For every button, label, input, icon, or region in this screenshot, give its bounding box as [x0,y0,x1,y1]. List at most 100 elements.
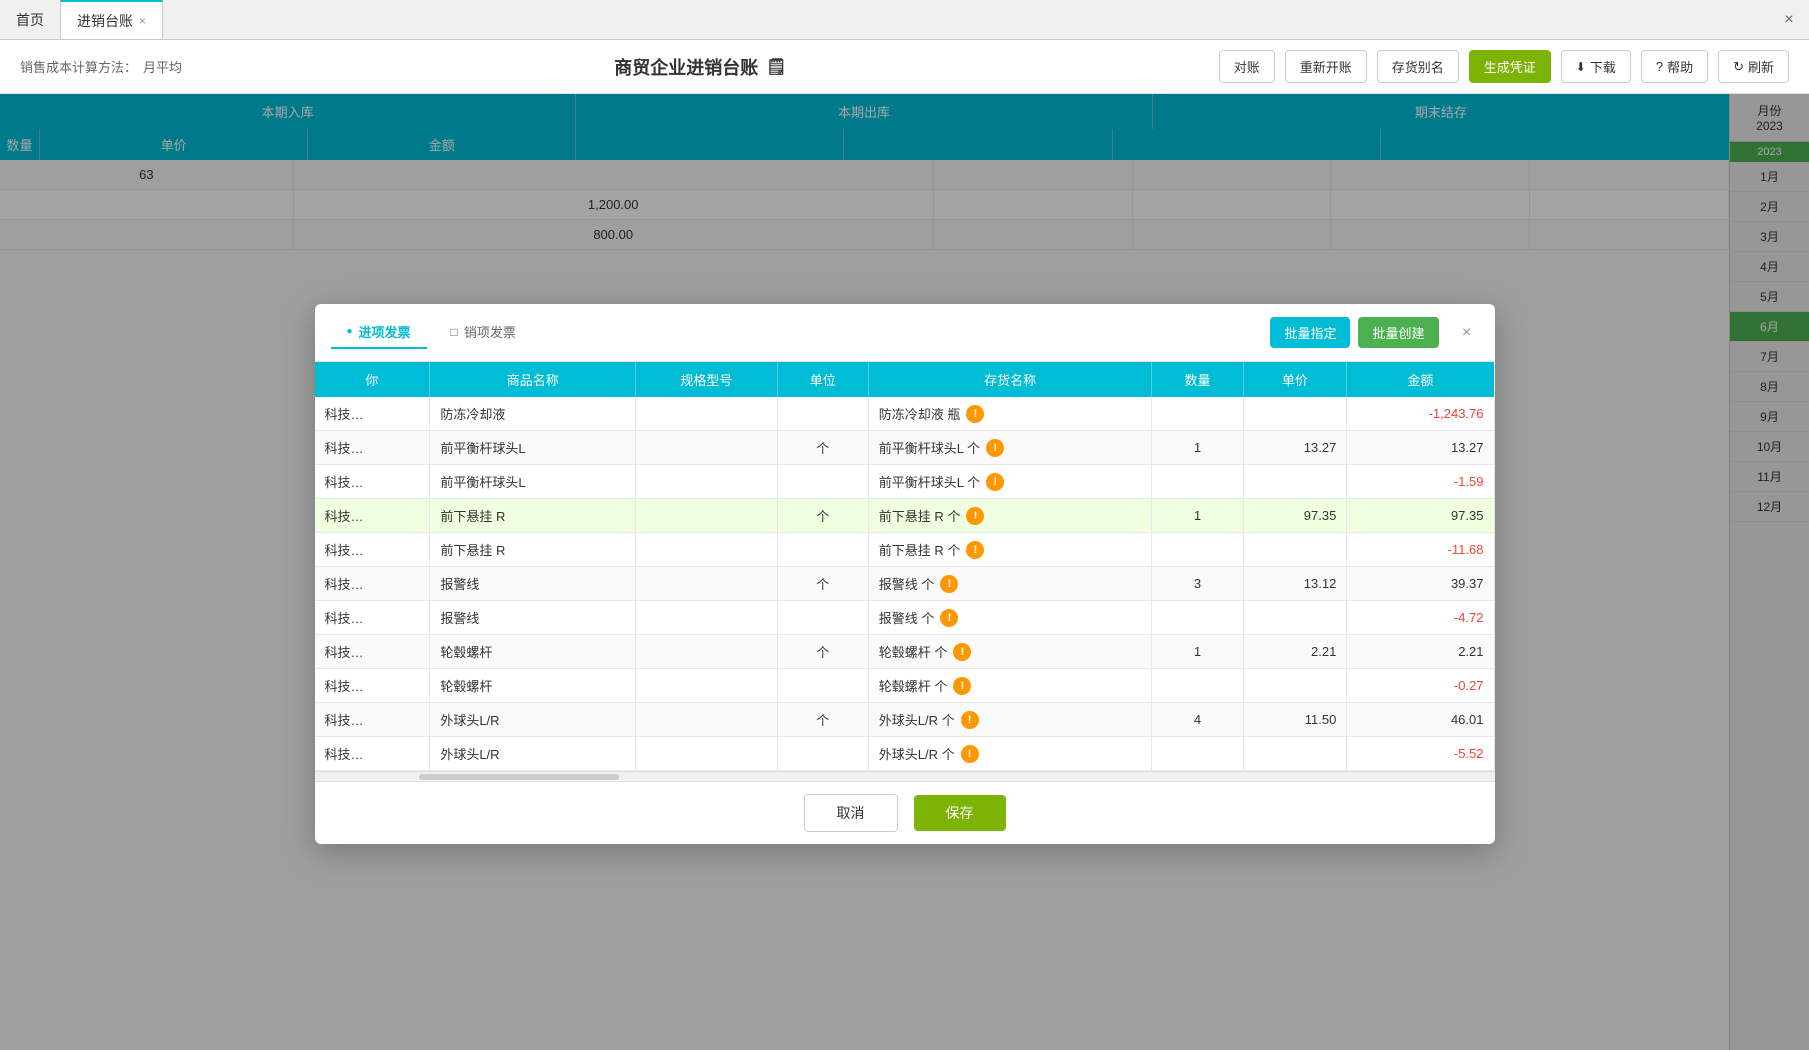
cell-5-4: 报警线 个 ! [868,567,1152,601]
refresh-button[interactable]: ↻ 刷新 [1718,50,1789,83]
cell-8-0: 科技… [315,669,430,703]
save-alias-button[interactable]: 存货别名 [1377,50,1459,83]
refresh-label: 刷新 [1748,57,1774,76]
tab-close-icon[interactable]: × [139,14,146,28]
warning-icon: ! [966,541,984,559]
warning-icon: ! [953,643,971,661]
cell-8-4: 轮毂螺杆 个 ! [868,669,1152,703]
cell-1-2 [636,431,777,465]
cancel-button[interactable]: 取消 [804,794,898,832]
col-product-name: 商品名称 [430,362,636,397]
cell-8-6 [1243,669,1347,703]
title-icon: 🗒 [766,57,786,77]
warning-icon: ! [940,609,958,627]
warning-icon: ! [986,439,1004,457]
batch-assign-label: 批量指定 [1284,326,1336,341]
tab-incoming-invoice[interactable]: ● 进项发票 [331,316,427,349]
cell-5-3: 个 [777,567,868,601]
cell-8-5 [1152,669,1243,703]
dialog-close-button[interactable]: × [1455,321,1479,345]
incoming-tab-icon: ● [347,326,353,337]
cell-3-3: 个 [777,499,868,533]
dialog-close-icon: × [1462,324,1471,342]
dialog-table[interactable]: 你 商品名称 规格型号 单位 存货名称 数量 单价 金额 科技…防冻冷 [315,362,1495,771]
cell-2-4: 前平衡杆球头L 个 ! [868,465,1152,499]
warning-icon: ! [961,745,979,763]
cell-10-4: 外球头L/R 个 ! [868,737,1152,771]
tab-outgoing-invoice[interactable]: □ 销项发票 [435,316,532,349]
inventory-name-text: 报警线 个 [879,574,935,593]
cell-4-2 [636,533,777,567]
cost-method-value: 月平均 [143,57,182,76]
help-button[interactable]: ? 帮助 [1641,50,1708,83]
col-spec: 规格型号 [636,362,777,397]
batch-create-label: 批量创建 [1372,326,1424,341]
table-row: 科技…前平衡杆球头L个 前平衡杆球头L 个 ! 113.2713.27 [315,431,1495,465]
cell-10-1: 外球头L/R [430,737,636,771]
cell-2-7: -1.59 [1347,465,1494,499]
cell-1-6: 13.27 [1243,431,1347,465]
cell-2-1: 前平衡杆球头L [430,465,636,499]
cell-2-5 [1152,465,1243,499]
inventory-name-text: 前平衡杆球头L 个 [879,438,980,457]
tab-home[interactable]: 首页 [0,0,60,39]
tab-home-label: 首页 [16,10,44,30]
cell-2-3 [777,465,868,499]
cell-4-6 [1243,533,1347,567]
col-inventory-name: 存货名称 [868,362,1152,397]
cell-10-7: -5.52 [1347,737,1494,771]
cell-1-1: 前平衡杆球头L [430,431,636,465]
table-row: 科技…前下悬挂 R 前下悬挂 R 个 ! -11.68 [315,533,1495,567]
inventory-name-text: 防冻冷却液 瓶 [879,404,961,423]
cell-3-6: 97.35 [1243,499,1347,533]
inventory-name-text: 轮毂螺杆 个 [879,642,948,661]
cell-7-5: 1 [1152,635,1243,669]
cell-3-1: 前下悬挂 R [430,499,636,533]
table-row: 科技…前平衡杆球头L 前平衡杆球头L 个 ! -1.59 [315,465,1495,499]
cell-7-6: 2.21 [1243,635,1347,669]
cell-3-0: 科技… [315,499,430,533]
cell-8-1: 轮毂螺杆 [430,669,636,703]
warning-icon: ! [986,473,1004,491]
cell-6-5 [1152,601,1243,635]
download-label: 下载 [1590,57,1616,76]
cell-9-7: 46.01 [1347,703,1494,737]
cell-10-0: 科技… [315,737,430,771]
window-close-button[interactable]: × [1769,0,1809,40]
dialog-scrollbar[interactable] [315,771,1495,781]
cell-3-7: 97.35 [1347,499,1494,533]
cell-1-5: 1 [1152,431,1243,465]
save-button[interactable]: 保存 [914,795,1006,831]
cell-0-4: 防冻冷却液 瓶 ! [868,397,1152,431]
cell-6-2 [636,601,777,635]
cell-9-6: 11.50 [1243,703,1347,737]
reopen-button[interactable]: 重新开账 [1285,50,1367,83]
generate-voucher-button[interactable]: 生成凭证 [1469,50,1551,83]
warning-icon: ! [940,575,958,593]
outgoing-tab-icon: □ [451,325,458,339]
reconcile-button[interactable]: 对账 [1219,50,1275,83]
col-amount: 金额 [1347,362,1494,397]
table-row: 科技…外球头L/R 外球头L/R 个 ! -5.52 [315,737,1495,771]
batch-assign-button[interactable]: 批量指定 [1270,317,1350,348]
col-company: 你 [315,362,430,397]
cancel-label: 取消 [837,805,865,821]
cell-10-3 [777,737,868,771]
cell-1-4: 前平衡杆球头L 个 ! [868,431,1152,465]
inventory-name-text: 前下悬挂 R 个 [879,540,961,559]
download-button[interactable]: ⬇ 下载 [1561,50,1631,83]
scrollbar-thumb[interactable] [419,774,619,780]
batch-create-button[interactable]: 批量创建 [1358,317,1438,348]
cell-4-7: -11.68 [1347,533,1494,567]
tab-purchase-sales[interactable]: 进销台账 × [60,0,163,39]
cell-6-1: 报警线 [430,601,636,635]
cell-3-2 [636,499,777,533]
dialog: ● 进项发票 □ 销项发票 批量指定 批量创建 [315,304,1495,844]
cell-0-2 [636,397,777,431]
refresh-icon: ↻ [1733,59,1744,75]
table-header-row: 你 商品名称 规格型号 单位 存货名称 数量 单价 金额 [315,362,1495,397]
title-text: 商贸企业进销台账 [614,54,758,80]
incoming-tab-label: 进项发票 [359,322,411,341]
cell-9-2 [636,703,777,737]
cell-9-1: 外球头L/R [430,703,636,737]
